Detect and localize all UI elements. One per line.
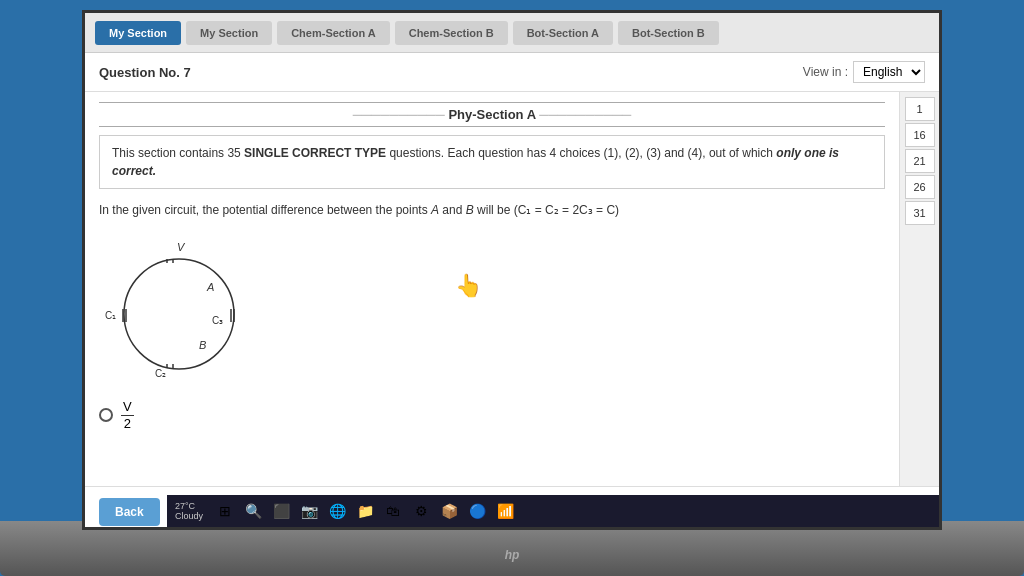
taskbar: 27°C Cloudy ⊞ 🔍 ⬛ 📷 🌐 📁 🛍 ⚙ 📦 🔵 📶 ENG IN xyxy=(167,495,942,527)
q-num-26[interactable]: 26 xyxy=(905,175,935,199)
svg-text:C₁: C₁ xyxy=(105,310,116,321)
task-view-icon[interactable]: ⬛ xyxy=(270,500,292,522)
question-text: In the given circuit, the potential diff… xyxy=(99,201,885,219)
description-box: This section contains 35 SINGLE CORRECT … xyxy=(99,135,885,189)
store-icon[interactable]: 🛍 xyxy=(382,500,404,522)
weather-temp: 27°C xyxy=(175,501,203,511)
app-icon-2[interactable]: 🔵 xyxy=(466,500,488,522)
q-num-1[interactable]: 1 xyxy=(905,97,935,121)
svg-text:B: B xyxy=(199,339,206,351)
nav-tab-bot-a[interactable]: Bot-Section A xyxy=(513,21,613,45)
file-explorer-icon[interactable]: 📁 xyxy=(354,500,376,522)
section-title: Phy-Section A xyxy=(448,107,535,122)
question-number: Question No. 7 xyxy=(99,65,191,80)
fraction-v-over-2: V 2 xyxy=(121,399,134,431)
weather-info: 27°C Cloudy xyxy=(175,501,203,521)
fraction-numerator: V xyxy=(121,399,134,416)
question-header: Question No. 7 View in : English Hindi xyxy=(85,53,939,92)
nav-tab-bot-b[interactable]: Bot-Section B xyxy=(618,21,719,45)
weather-condition: Cloudy xyxy=(175,511,203,521)
hp-logo: hp xyxy=(497,546,527,564)
top-nav: My Section My Section Chem-Section A Che… xyxy=(85,13,939,53)
svg-text:V: V xyxy=(177,241,186,253)
question-body: In the given circuit, the potential diff… xyxy=(99,203,619,217)
nav-tab-chem-b[interactable]: Chem-Section B xyxy=(395,21,508,45)
view-in-label: View in : xyxy=(803,65,848,79)
settings-icon[interactable]: ⚙ xyxy=(410,500,432,522)
dropbox-icon[interactable]: 📦 xyxy=(438,500,460,522)
screen-area: My Section My Section Chem-Section A Che… xyxy=(82,10,942,530)
radio-v-over-2[interactable] xyxy=(99,408,113,422)
nav-tab-chem-a[interactable]: Chem-Section A xyxy=(277,21,390,45)
content-area: Phy-Section A This section contains 35 S… xyxy=(85,92,939,486)
app-icon-1[interactable]: 🌐 xyxy=(326,500,348,522)
search-icon[interactable]: 🔍 xyxy=(242,500,264,522)
back-button[interactable]: Back xyxy=(99,498,160,526)
svg-point-0 xyxy=(124,259,234,369)
q-num-21[interactable]: 21 xyxy=(905,149,935,173)
cursor-pointer: 👆 xyxy=(455,273,482,299)
view-in-container: View in : English Hindi xyxy=(803,61,925,83)
description-text: This section contains 35 SINGLE CORRECT … xyxy=(112,146,839,178)
circuit-diagram: V C₁ A C₃ B xyxy=(99,229,259,389)
question-area: Phy-Section A This section contains 35 S… xyxy=(85,92,899,486)
nav-tab-my-section-2[interactable]: My Section xyxy=(186,21,272,45)
language-select[interactable]: English Hindi xyxy=(853,61,925,83)
meet-icon[interactable]: 📷 xyxy=(298,500,320,522)
svg-text:A: A xyxy=(206,281,214,293)
fraction-denominator: 2 xyxy=(122,416,133,432)
q-num-16[interactable]: 16 xyxy=(905,123,935,147)
svg-text:C₃: C₃ xyxy=(212,315,223,326)
nav-tab-my-section[interactable]: My Section xyxy=(95,21,181,45)
answer-option-1: V 2 xyxy=(99,399,885,431)
right-sidebar: 1 16 21 26 31 xyxy=(899,92,939,486)
section-header: Phy-Section A xyxy=(99,102,885,127)
svg-text:C₂: C₂ xyxy=(155,368,166,379)
q-num-31[interactable]: 31 xyxy=(905,201,935,225)
wifi-icon[interactable]: 📶 xyxy=(494,500,516,522)
windows-icon[interactable]: ⊞ xyxy=(214,500,236,522)
